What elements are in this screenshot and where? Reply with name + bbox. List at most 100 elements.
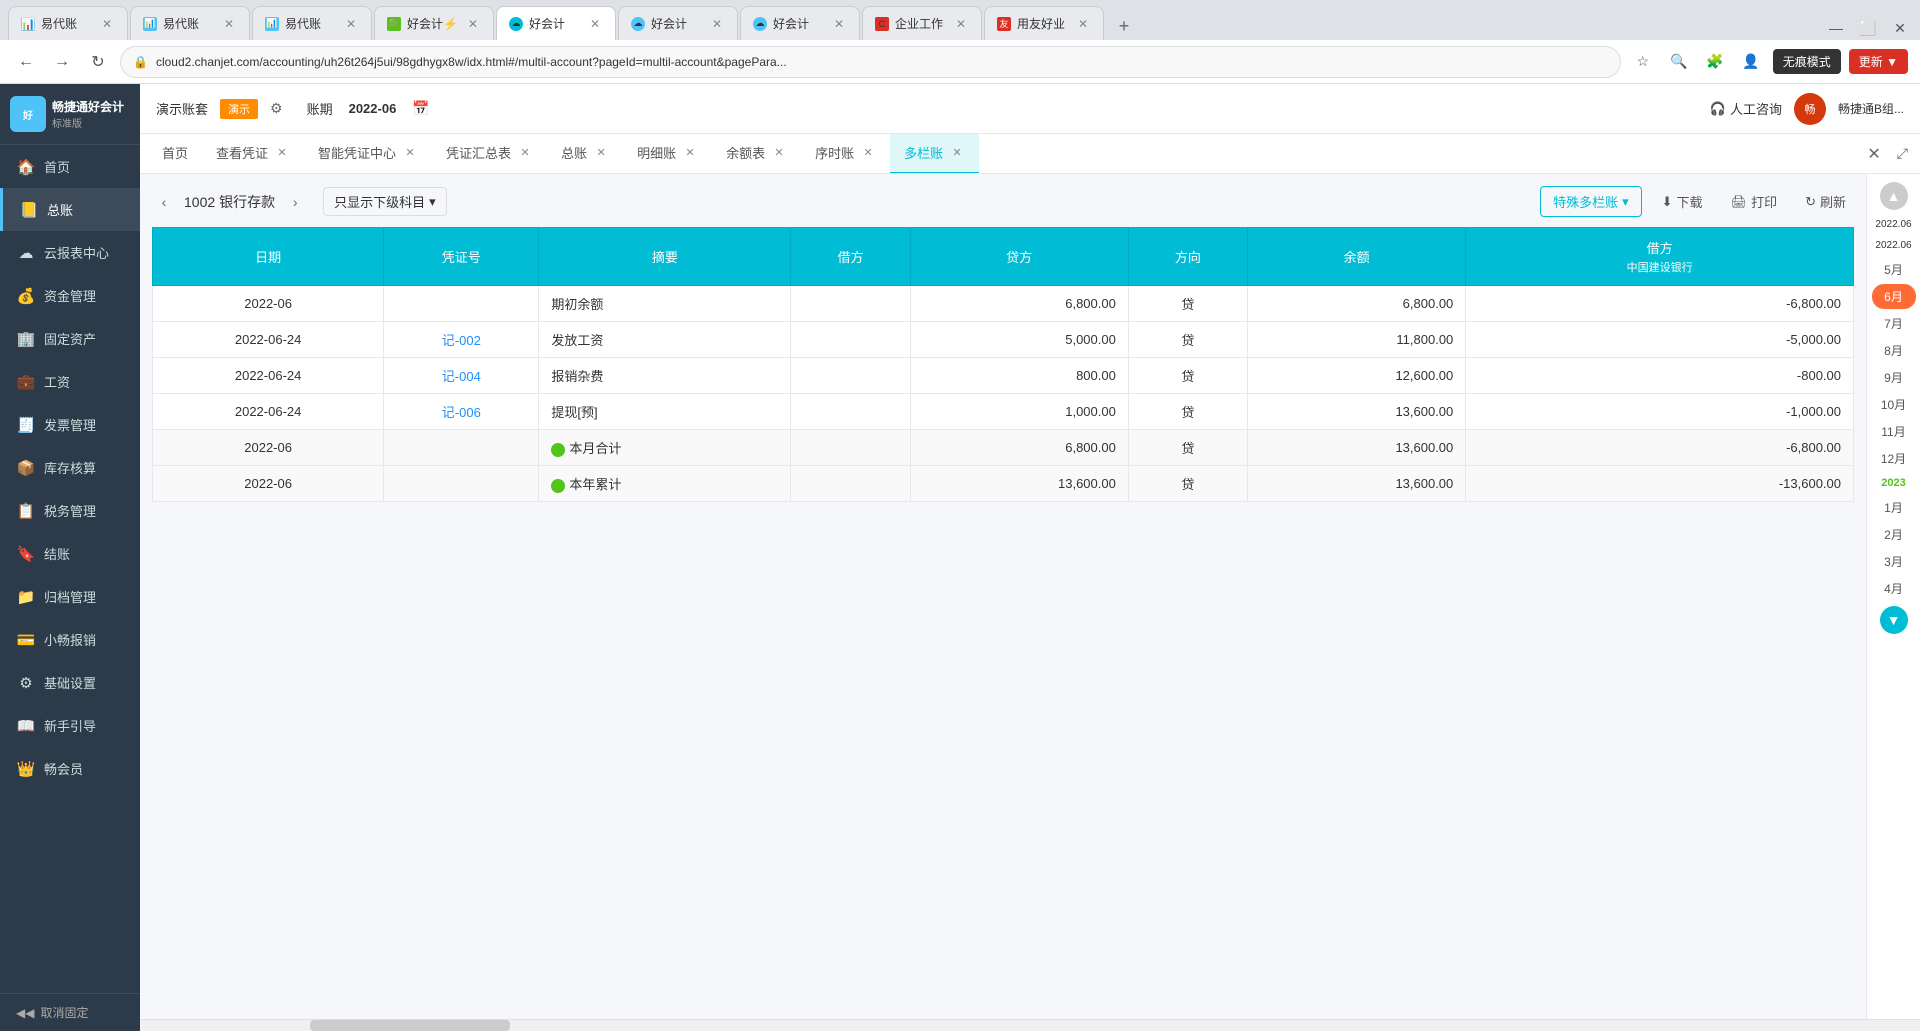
month-apr-2023[interactable]: 4月	[1872, 576, 1916, 601]
tab-close-7[interactable]: ✕	[831, 16, 847, 32]
sidebar-item-expense[interactable]: 💳 小畅报销	[0, 618, 140, 661]
tab-home[interactable]: 首页	[148, 134, 202, 174]
account-settings-icon[interactable]: ⚙	[270, 100, 283, 117]
tab-close-1[interactable]: ✕	[99, 16, 115, 32]
maximize-button[interactable]: ⬜	[1856, 16, 1880, 40]
tab-smart-voucher[interactable]: 智能凭证中心 ✕	[304, 134, 432, 174]
download-label: 下载	[1677, 192, 1703, 211]
download-button[interactable]: ⬇ 下载	[1654, 187, 1711, 216]
browser-tab-1[interactable]: 📊 易代账 ✕	[8, 6, 128, 40]
month-jul[interactable]: 7月	[1872, 311, 1916, 336]
month-sep[interactable]: 9月	[1872, 365, 1916, 390]
month-aug[interactable]: 8月	[1872, 338, 1916, 363]
month-mar-2023[interactable]: 3月	[1872, 549, 1916, 574]
scrollbar-thumb[interactable]	[310, 1020, 510, 1031]
tab-close-4[interactable]: ✕	[465, 16, 481, 32]
extension-icon[interactable]: 🧩	[1701, 48, 1729, 76]
tab-close-2[interactable]: ✕	[221, 16, 237, 32]
refresh-button[interactable]: ↻ 刷新	[1797, 187, 1854, 216]
browser-tab-7[interactable]: ☁ 好会计 ✕	[740, 6, 860, 40]
tab-journal-close[interactable]: ✕	[860, 145, 876, 161]
reload-button[interactable]: ↻	[84, 48, 112, 76]
tab-multi-col[interactable]: 多栏账 ✕	[890, 134, 979, 174]
tab-balance[interactable]: 余额表 ✕	[712, 134, 801, 174]
month-nov[interactable]: 11月	[1872, 419, 1916, 444]
sidebar-item-payroll[interactable]: 💼 工资	[0, 360, 140, 403]
sidebar-item-settings[interactable]: ⚙ 基础设置	[0, 661, 140, 704]
month-feb-2023[interactable]: 2月	[1872, 522, 1916, 547]
sidebar-item-guide[interactable]: 📖 新手引导	[0, 704, 140, 747]
browser-tab-4[interactable]: 🟢 好会计⚡ ✕	[374, 6, 494, 40]
horizontal-scrollbar[interactable]	[140, 1019, 1920, 1031]
cell-voucher[interactable]: 记-004	[384, 358, 539, 394]
cell-voucher[interactable]: 记-006	[384, 394, 539, 430]
profile-icon[interactable]: 👤	[1737, 48, 1765, 76]
sidebar-item-inventory[interactable]: 📦 库存核算	[0, 446, 140, 489]
sidebar-item-cloud-report[interactable]: ☁ 云报表中心	[0, 231, 140, 274]
consult-button[interactable]: 🎧 人工咨询	[1710, 99, 1782, 118]
sidebar-item-fund[interactable]: 💰 资金管理	[0, 274, 140, 317]
sidebar-item-ledger[interactable]: 📒 总账	[0, 188, 140, 231]
browser-tab-8[interactable]: C 企业工作 ✕	[862, 6, 982, 40]
browser-tab-2[interactable]: 📊 易代账 ✕	[130, 6, 250, 40]
tab-close-9[interactable]: ✕	[1075, 16, 1091, 32]
tab-close-8[interactable]: ✕	[953, 16, 969, 32]
tab-voucher[interactable]: 查看凭证 ✕	[202, 134, 304, 174]
tab-close-6[interactable]: ✕	[709, 16, 725, 32]
user-avatar[interactable]: 畅	[1794, 93, 1826, 125]
sidebar-item-invoice[interactable]: 🧾 发票管理	[0, 403, 140, 446]
month-scroll-up[interactable]: ▲	[1880, 182, 1908, 210]
back-button[interactable]: ←	[12, 48, 40, 76]
browser-tab-9[interactable]: 友 用友好业 ✕	[984, 6, 1104, 40]
close-button[interactable]: ✕	[1888, 16, 1912, 40]
url-input[interactable]: 🔒 cloud2.chanjet.com/accounting/uh26t264…	[120, 46, 1621, 78]
update-button[interactable]: 更新 ▼	[1849, 49, 1908, 74]
tab-detail-close[interactable]: ✕	[682, 145, 698, 161]
tab-smart-close[interactable]: ✕	[402, 145, 418, 161]
browser-tab-5[interactable]: ☁ 好会计 ✕	[496, 6, 616, 40]
sub-filter-dropdown[interactable]: 只显示下级科目 ▾	[323, 187, 447, 216]
expand-icon[interactable]: ⤢	[1893, 141, 1912, 166]
tab-summary-close[interactable]: ✕	[517, 145, 533, 161]
bookmark-icon[interactable]: ☆	[1629, 48, 1657, 76]
account-prev-button[interactable]: ‹	[152, 190, 176, 214]
account-next-button[interactable]: ›	[283, 190, 307, 214]
forward-button[interactable]: →	[48, 48, 76, 76]
month-may[interactable]: 5月	[1872, 257, 1916, 282]
sidebar-item-archive[interactable]: 📁 归档管理	[0, 575, 140, 618]
new-tab-button[interactable]: +	[1110, 12, 1138, 40]
month-dec[interactable]: 12月	[1872, 446, 1916, 471]
tab-voucher-close[interactable]: ✕	[274, 145, 290, 161]
sidebar-item-closing[interactable]: 🔖 结账	[0, 532, 140, 575]
tab-general-ledger[interactable]: 总账 ✕	[547, 134, 623, 174]
tab-balance-close[interactable]: ✕	[771, 145, 787, 161]
tab-journal[interactable]: 序时账 ✕	[801, 134, 890, 174]
close-panel-icon[interactable]: ✕	[1863, 140, 1884, 168]
browser-tab-3[interactable]: 📊 易代账 ✕	[252, 6, 372, 40]
sidebar-item-fixed-assets[interactable]: 🏢 固定资产	[0, 317, 140, 360]
month-oct[interactable]: 10月	[1872, 392, 1916, 417]
sidebar-item-home[interactable]: 🏠 首页	[0, 145, 140, 188]
tab-close-3[interactable]: ✕	[343, 16, 359, 32]
sidebar-unpin-button[interactable]: ◀◀ 取消固定	[0, 993, 140, 1031]
tab-voucher-summary[interactable]: 凭证汇总表 ✕	[432, 134, 547, 174]
month-jan-2023[interactable]: 1月	[1872, 495, 1916, 520]
cell-extra: -13,600.00	[1466, 466, 1854, 502]
print-button[interactable]: 🖨 打印	[1723, 187, 1786, 216]
tab-general-close[interactable]: ✕	[593, 145, 609, 161]
month-scroll-down[interactable]: ▼	[1880, 606, 1908, 634]
cell-voucher[interactable]: 记-002	[384, 322, 539, 358]
calendar-icon[interactable]: 📅	[412, 100, 429, 117]
search-icon[interactable]: 🔍	[1665, 48, 1693, 76]
browser-tab-6[interactable]: ☁ 好会计 ✕	[618, 6, 738, 40]
month-jun[interactable]: 6月	[1872, 284, 1916, 309]
toolbar-right-area: 🎧 人工咨询 畅 畅捷通B组...	[1710, 93, 1904, 125]
tab-multi-col-close[interactable]: ✕	[949, 145, 965, 161]
tab-close-5[interactable]: ✕	[587, 16, 603, 32]
minimize-button[interactable]: —	[1824, 16, 1848, 40]
sidebar-item-membership[interactable]: 👑 畅会员	[0, 747, 140, 790]
stealth-mode-button[interactable]: 无痕模式	[1773, 49, 1841, 74]
sidebar-item-tax[interactable]: 📋 税务管理	[0, 489, 140, 532]
tab-detail-ledger[interactable]: 明细账 ✕	[623, 134, 712, 174]
multi-col-type-button[interactable]: 特殊多栏账 ▾	[1540, 186, 1642, 217]
